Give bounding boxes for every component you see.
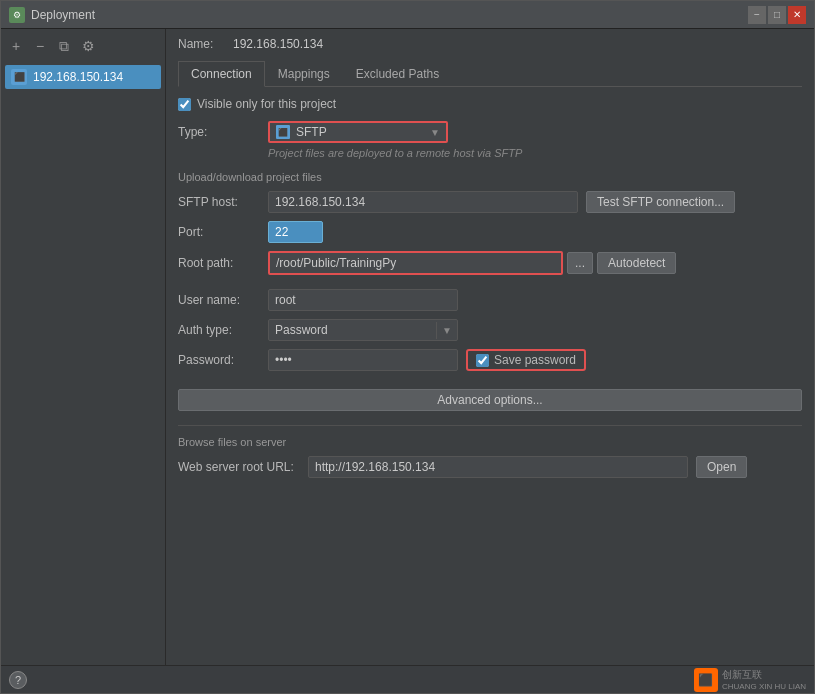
type-description: Project files are deployed to a remote h… — [268, 147, 802, 159]
autodetect-button[interactable]: Autodetect — [597, 252, 676, 274]
dropdown-arrow-icon: ▼ — [430, 127, 440, 138]
username-row: User name: — [178, 289, 802, 311]
brand-icon: ⬛ — [694, 668, 718, 692]
sftp-icon: ⬛ — [276, 125, 290, 139]
username-label: User name: — [178, 293, 268, 307]
save-password-checkbox[interactable] — [476, 354, 489, 367]
open-button[interactable]: Open — [696, 456, 747, 478]
tab-excluded-paths[interactable]: Excluded Paths — [343, 61, 452, 86]
save-password-label: Save password — [494, 353, 576, 367]
visible-checkbox[interactable] — [178, 98, 191, 111]
brand-line2: CHUANG XIN HU LIAN — [722, 682, 806, 691]
type-label: Type: — [178, 125, 268, 139]
auth-type-label: Auth type: — [178, 323, 268, 337]
add-server-button[interactable]: + — [5, 35, 27, 57]
brand-line1: 创新互联 — [722, 668, 806, 682]
tab-mappings[interactable]: Mappings — [265, 61, 343, 86]
server-icon: ⬛ — [11, 69, 27, 85]
save-password-container: Save password — [466, 349, 586, 371]
name-label: Name: — [178, 37, 233, 51]
auth-type-value: Password — [269, 320, 436, 340]
browse-section-label: Browse files on server — [178, 436, 802, 448]
visible-checkbox-row: Visible only for this project — [178, 97, 802, 111]
server-name: 192.168.150.134 — [33, 70, 123, 84]
server-item[interactable]: ⬛ 192.168.150.134 — [5, 65, 161, 89]
test-sftp-button[interactable]: Test SFTP connection... — [586, 191, 735, 213]
brand-logo: ⬛ 创新互联 CHUANG XIN HU LIAN — [694, 668, 806, 692]
maximize-button[interactable]: □ — [768, 6, 786, 24]
auth-dropdown-arrow-icon: ▼ — [436, 322, 457, 339]
title-bar-buttons: − □ ✕ — [748, 6, 806, 24]
username-input[interactable] — [268, 289, 458, 311]
main-content: + − ⧉ ⚙ ⬛ 192.168.150.134 Name: 192.168.… — [1, 29, 814, 665]
root-path-label: Root path: — [178, 256, 268, 270]
advanced-options-button[interactable]: Advanced options... — [178, 389, 802, 411]
window-icon: ⚙ — [9, 7, 25, 23]
sftp-host-label: SFTP host: — [178, 195, 268, 209]
sftp-host-input[interactable] — [268, 191, 578, 213]
name-value: 192.168.150.134 — [233, 37, 323, 51]
password-row: Password: Save password — [178, 349, 802, 371]
brand-text: 创新互联 CHUANG XIN HU LIAN — [722, 668, 806, 691]
password-label: Password: — [178, 353, 268, 367]
web-url-label: Web server root URL: — [178, 460, 308, 474]
tab-connection[interactable]: Connection — [178, 61, 265, 87]
root-path-input[interactable] — [268, 251, 563, 275]
help-button[interactable]: ? — [9, 671, 27, 689]
type-row: Type: ⬛ SFTP ▼ — [178, 121, 802, 143]
window-title: Deployment — [31, 8, 748, 22]
auth-type-row: Auth type: Password ▼ — [178, 319, 802, 341]
web-url-input[interactable] — [308, 456, 688, 478]
minimize-button[interactable]: − — [748, 6, 766, 24]
name-row: Name: 192.168.150.134 — [178, 37, 802, 51]
right-panel: Name: 192.168.150.134 Connection Mapping… — [166, 29, 814, 665]
close-button[interactable]: ✕ — [788, 6, 806, 24]
deployment-window: ⚙ Deployment − □ ✕ + − ⧉ ⚙ ⬛ 192.168.150… — [0, 0, 815, 694]
bottom-bar: ? ⬛ 创新互联 CHUANG XIN HU LIAN — [1, 665, 814, 693]
password-input[interactable] — [268, 349, 458, 371]
root-path-row: Root path: ... Autodetect — [178, 251, 802, 275]
divider — [178, 425, 802, 426]
sidebar-toolbar: + − ⧉ ⚙ — [5, 33, 161, 59]
upload-section-label: Upload/download project files — [178, 171, 802, 183]
auth-type-dropdown[interactable]: Password ▼ — [268, 319, 458, 341]
web-url-row: Web server root URL: Open — [178, 456, 802, 478]
port-row: Port: — [178, 221, 802, 243]
visible-checkbox-label: Visible only for this project — [197, 97, 336, 111]
sidebar: + − ⧉ ⚙ ⬛ 192.168.150.134 — [1, 29, 166, 665]
type-dropdown[interactable]: ⬛ SFTP ▼ — [268, 121, 448, 143]
type-value: SFTP — [296, 125, 424, 139]
port-input[interactable] — [268, 221, 323, 243]
copy-server-button[interactable]: ⧉ — [53, 35, 75, 57]
title-bar: ⚙ Deployment − □ ✕ — [1, 1, 814, 29]
settings-server-button[interactable]: ⚙ — [77, 35, 99, 57]
sftp-host-row: SFTP host: Test SFTP connection... — [178, 191, 802, 213]
remove-server-button[interactable]: − — [29, 35, 51, 57]
tabs: Connection Mappings Excluded Paths — [178, 61, 802, 87]
root-path-browse-button[interactable]: ... — [567, 252, 593, 274]
port-label: Port: — [178, 225, 268, 239]
